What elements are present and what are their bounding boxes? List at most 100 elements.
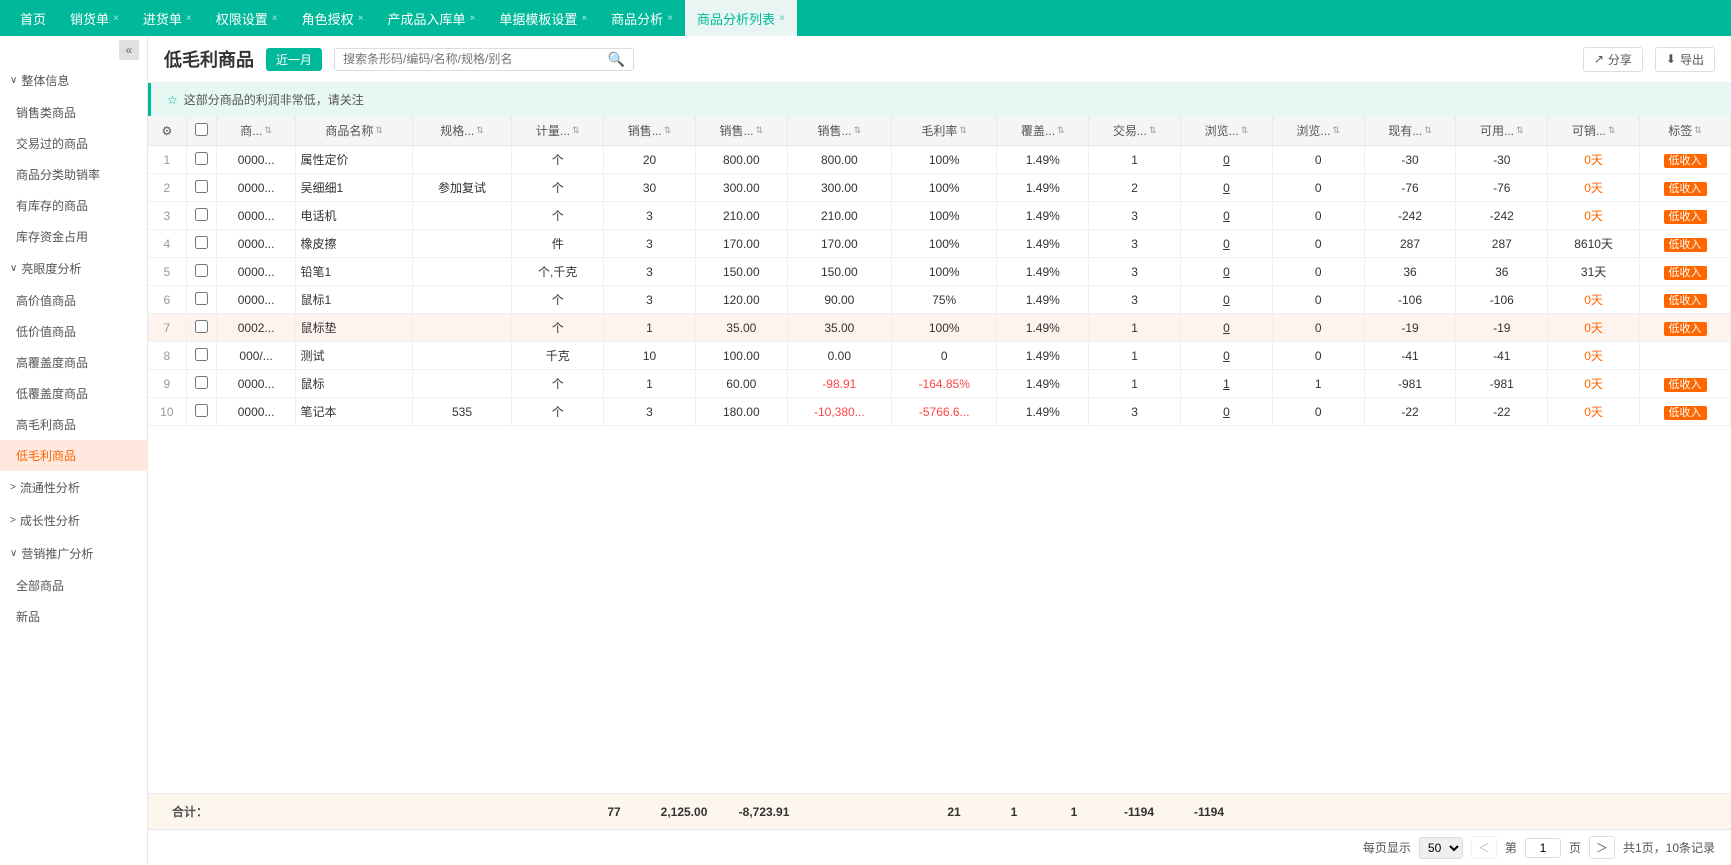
col-spec[interactable]: 规格...⇅: [412, 116, 512, 146]
cell-browse1[interactable]: 0: [1181, 202, 1273, 230]
cell-name[interactable]: 吴细细1: [296, 174, 412, 202]
col-browse2[interactable]: 浏览...⇅: [1272, 116, 1364, 146]
browse-link[interactable]: 0: [1223, 209, 1230, 223]
cell-checkbox[interactable]: [186, 286, 216, 314]
sidebar-item-all-products[interactable]: 全部商品: [0, 570, 147, 601]
cell-checkbox[interactable]: [186, 314, 216, 342]
cell-checkbox[interactable]: [186, 202, 216, 230]
col-sales-qty[interactable]: 销售...⇅: [604, 116, 696, 146]
nav-product-entry[interactable]: 产成品入库单 ×: [375, 0, 487, 36]
sidebar-item-new-products[interactable]: 新品: [0, 601, 147, 632]
col-settings[interactable]: ⚙: [148, 116, 186, 146]
nav-product-analysis-list[interactable]: 商品分析列表 ×: [685, 0, 797, 36]
close-icon[interactable]: ×: [779, 13, 785, 24]
col-gross-rate[interactable]: 毛利率⇅: [891, 116, 996, 146]
page-size-select[interactable]: 50: [1419, 837, 1463, 859]
nav-home[interactable]: 首页: [8, 0, 58, 36]
search-icon[interactable]: 🔍: [608, 51, 625, 68]
sidebar-item-low-value[interactable]: 低价值商品: [0, 316, 147, 347]
cell-checkbox[interactable]: [186, 146, 216, 174]
close-icon[interactable]: ×: [358, 13, 364, 24]
cell-browse1[interactable]: 1: [1181, 370, 1273, 398]
cell-checkbox[interactable]: [186, 174, 216, 202]
sidebar-item-high-margin[interactable]: 高毛利商品: [0, 409, 147, 440]
row-checkbox[interactable]: [195, 208, 208, 221]
select-all-checkbox[interactable]: [195, 123, 208, 136]
cell-checkbox[interactable]: [186, 258, 216, 286]
sidebar-section-overall[interactable]: ∨ 整体信息: [0, 64, 147, 97]
row-checkbox[interactable]: [195, 180, 208, 193]
share-button[interactable]: ↗ 分享: [1583, 47, 1643, 72]
sidebar-item-low-margin[interactable]: 低毛利商品: [0, 440, 147, 471]
close-icon[interactable]: ×: [113, 13, 119, 24]
col-tag[interactable]: 标签⇅: [1640, 116, 1731, 146]
sidebar-item-low-coverage[interactable]: 低覆盖度商品: [0, 378, 147, 409]
collapse-icon[interactable]: «: [119, 40, 139, 60]
sidebar-section-flow[interactable]: > 流通性分析: [0, 471, 147, 504]
browse-link[interactable]: 0: [1223, 237, 1230, 251]
close-icon[interactable]: ×: [667, 13, 673, 24]
cell-browse1[interactable]: 0: [1181, 342, 1273, 370]
cell-browse1[interactable]: 0: [1181, 314, 1273, 342]
cell-name[interactable]: 属性定价: [296, 146, 412, 174]
col-current[interactable]: 现有...⇅: [1364, 116, 1456, 146]
current-page-input[interactable]: [1525, 838, 1561, 858]
sidebar-item-high-value[interactable]: 高价值商品: [0, 285, 147, 316]
sidebar-item-in-stock[interactable]: 有库存的商品: [0, 190, 147, 221]
cell-name[interactable]: 笔记本: [296, 398, 412, 426]
close-icon[interactable]: ×: [272, 13, 278, 24]
nav-template[interactable]: 单据模板设置 ×: [487, 0, 599, 36]
next-page-button[interactable]: ＞: [1589, 836, 1615, 859]
col-name[interactable]: 商品名称⇅: [296, 116, 412, 146]
date-filter-button[interactable]: 近一月: [266, 48, 322, 71]
nav-product-analysis[interactable]: 商品分析 ×: [599, 0, 685, 36]
col-code[interactable]: 商...⇅: [216, 116, 296, 146]
cell-checkbox[interactable]: [186, 370, 216, 398]
col-coverage[interactable]: 覆盖...⇅: [997, 116, 1089, 146]
sidebar-item-sales-products[interactable]: 销售类商品: [0, 97, 147, 128]
sidebar-item-high-coverage[interactable]: 高覆盖度商品: [0, 347, 147, 378]
col-transaction[interactable]: 交易...⇅: [1089, 116, 1181, 146]
search-input[interactable]: [343, 52, 608, 66]
sidebar-section-bright[interactable]: ∨ 亮眼度分析: [0, 252, 147, 285]
sidebar-item-category-rate[interactable]: 商品分类助销率: [0, 159, 147, 190]
nav-sales[interactable]: 销货单 ×: [58, 0, 131, 36]
sidebar-section-growth[interactable]: > 成长性分析: [0, 504, 147, 537]
browse-link[interactable]: 0: [1223, 321, 1230, 335]
cell-checkbox[interactable]: [186, 398, 216, 426]
close-icon[interactable]: ×: [581, 13, 587, 24]
cell-name[interactable]: 鼠标: [296, 370, 412, 398]
sidebar-item-traded-products[interactable]: 交易过的商品: [0, 128, 147, 159]
row-checkbox[interactable]: [195, 292, 208, 305]
col-browse1[interactable]: 浏览...⇅: [1181, 116, 1273, 146]
cell-checkbox[interactable]: [186, 342, 216, 370]
browse-link[interactable]: 0: [1223, 349, 1230, 363]
row-checkbox[interactable]: [195, 404, 208, 417]
nav-permissions[interactable]: 权限设置 ×: [204, 0, 290, 36]
browse-link[interactable]: 0: [1223, 265, 1230, 279]
row-checkbox[interactable]: [195, 376, 208, 389]
browse-link[interactable]: 0: [1223, 293, 1230, 307]
row-checkbox[interactable]: [195, 320, 208, 333]
sidebar-section-marketing[interactable]: ∨ 营销推广分析: [0, 537, 147, 570]
cell-name[interactable]: 鼠标1: [296, 286, 412, 314]
col-available[interactable]: 可用...⇅: [1456, 116, 1548, 146]
nav-roles[interactable]: 角色授权 ×: [290, 0, 376, 36]
cell-name[interactable]: 铅笔1: [296, 258, 412, 286]
row-checkbox[interactable]: [195, 264, 208, 277]
cell-browse1[interactable]: 0: [1181, 230, 1273, 258]
close-icon[interactable]: ×: [186, 13, 192, 24]
row-checkbox[interactable]: [195, 236, 208, 249]
col-sales-amount[interactable]: 销售...⇅: [787, 116, 891, 146]
cell-name[interactable]: 电话机: [296, 202, 412, 230]
sidebar-item-inventory-capital[interactable]: 库存资金占用: [0, 221, 147, 252]
browse-link[interactable]: 0: [1223, 181, 1230, 195]
col-unit[interactable]: 计量...⇅: [512, 116, 604, 146]
nav-purchase[interactable]: 进货单 ×: [131, 0, 204, 36]
col-sales-price[interactable]: 销售...⇅: [695, 116, 787, 146]
col-saleable[interactable]: 可销...⇅: [1548, 116, 1640, 146]
cell-browse1[interactable]: 0: [1181, 174, 1273, 202]
cell-name[interactable]: 鼠标垫: [296, 314, 412, 342]
cell-name[interactable]: 橡皮擦: [296, 230, 412, 258]
cell-browse1[interactable]: 0: [1181, 286, 1273, 314]
